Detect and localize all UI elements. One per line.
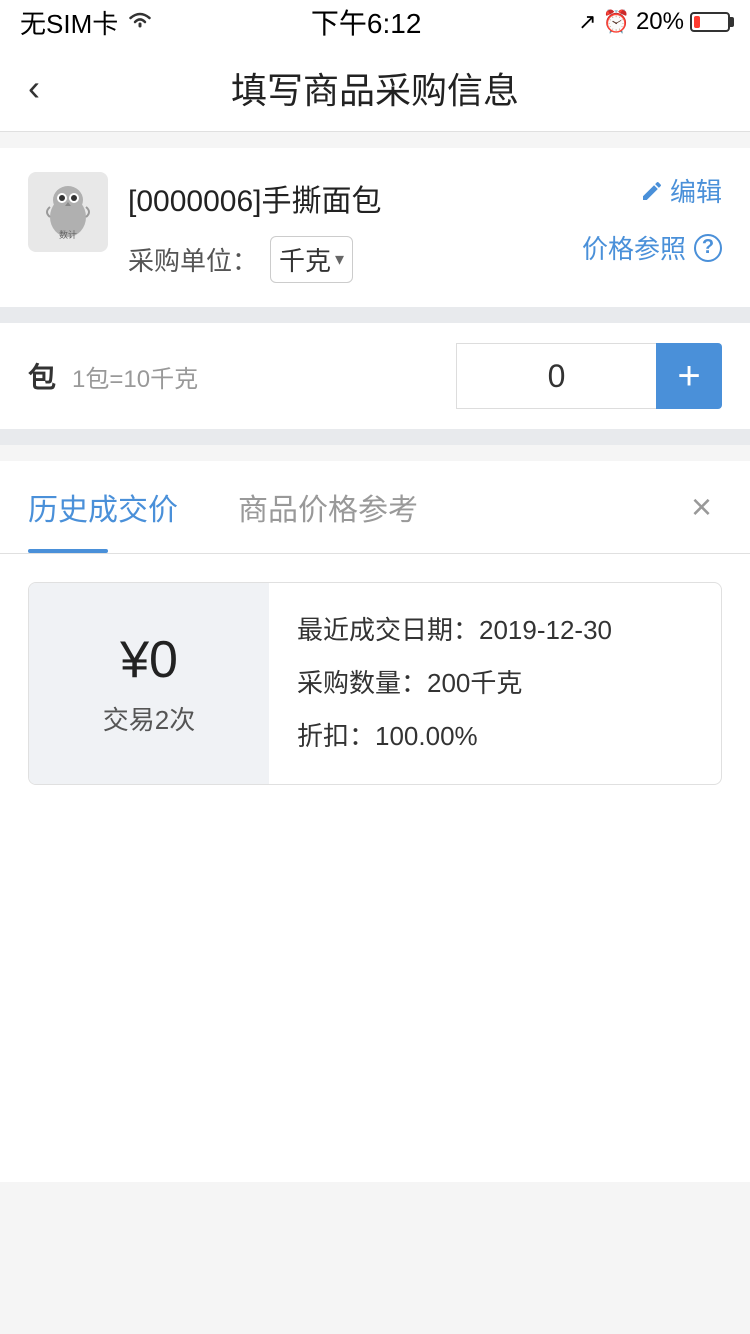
unit-dropdown-icon: ▾ [335, 249, 344, 270]
unit-select-container[interactable]: 千克 ▾ [270, 236, 353, 283]
alarm-icon: ⏰ [603, 9, 630, 35]
nav-bar: ‹ 填写商品采购信息 [0, 44, 750, 132]
tab-underline [28, 549, 108, 553]
product-name: [0000006]手撕面包 [128, 176, 381, 220]
tab-section-divider [0, 429, 750, 445]
history-price-value: ¥0 [120, 630, 178, 690]
price-ref-help-icon: ? [694, 234, 722, 262]
quantity-row: 包 1包=10千克 + [0, 323, 750, 429]
tab-history-price[interactable]: 历史成交价 [28, 461, 178, 553]
history-details-panel: 最近成交日期：2019-12-30 采购数量：200千克 折扣：100.00% [269, 583, 721, 784]
quantity-input-group: + [456, 343, 722, 409]
status-bar: 无SIM卡 下午6:12 ↗ ⏰ 20% [0, 0, 750, 44]
unit-label: 采购单位： [128, 241, 258, 278]
section-divider [0, 307, 750, 323]
product-left: 数计 [0000006]手撕面包 采购单位： 千克 ▾ [28, 172, 381, 283]
product-image: 数计 [28, 172, 108, 252]
quantity-unit-label: 包 [28, 356, 56, 396]
history-card: ¥0 交易2次 最近成交日期：2019-12-30 采购数量：200千克 折扣：… [28, 582, 722, 785]
status-right: ↗ ⏰ 20% [578, 8, 730, 36]
status-left: 无SIM卡 [20, 4, 154, 41]
tab-close-button[interactable]: × [681, 476, 722, 538]
carrier-text: 无SIM卡 [20, 4, 118, 41]
product-header: 数计 [0000006]手撕面包 采购单位： 千克 ▾ 编辑 [28, 172, 722, 283]
status-time: 下午6:12 [311, 2, 422, 42]
product-actions: 编辑 价格参照 ? [582, 172, 722, 266]
tab-price-reference[interactable]: 商品价格参考 [238, 461, 418, 553]
location-icon: ↗ [578, 9, 596, 35]
quantity-sub-label: 1包=10千克 [72, 359, 440, 394]
quantity-plus-button[interactable]: + [656, 343, 722, 409]
edit-button[interactable]: 编辑 [640, 172, 722, 209]
tabs-header: 历史成交价 商品价格参考 × [0, 461, 750, 554]
history-price-panel: ¥0 交易2次 [29, 583, 269, 784]
main-content: ¥0 交易2次 最近成交日期：2019-12-30 采购数量：200千克 折扣：… [0, 582, 750, 1182]
tabs-section: 历史成交价 商品价格参考 × ¥0 交易2次 最近成交日期：2019-12-30… [0, 461, 750, 1182]
wifi-icon [126, 7, 154, 38]
history-recent-date-row: 最近成交日期：2019-12-30 [297, 611, 693, 650]
history-trade-count: 交易2次 [103, 700, 195, 737]
page-title: 填写商品采购信息 [231, 62, 519, 114]
history-discount-row: 折扣：100.00% [297, 717, 693, 756]
back-button[interactable]: ‹ [28, 67, 40, 109]
battery-indicator [690, 12, 730, 32]
quantity-input[interactable] [456, 343, 656, 409]
owl-logo-icon: 数计 [38, 182, 98, 242]
price-ref-button[interactable]: 价格参照 ? [582, 229, 722, 266]
edit-icon [640, 179, 664, 203]
battery-percent: 20% [636, 8, 684, 36]
unit-select-text: 千克 [279, 241, 331, 278]
product-unit-row: 采购单位： 千克 ▾ [128, 236, 381, 283]
history-purchase-qty-row: 采购数量：200千克 [297, 664, 693, 703]
product-card: 数计 [0000006]手撕面包 采购单位： 千克 ▾ 编辑 [0, 148, 750, 307]
svg-text:数计: 数计 [59, 229, 77, 240]
product-info: [0000006]手撕面包 采购单位： 千克 ▾ [128, 172, 381, 283]
